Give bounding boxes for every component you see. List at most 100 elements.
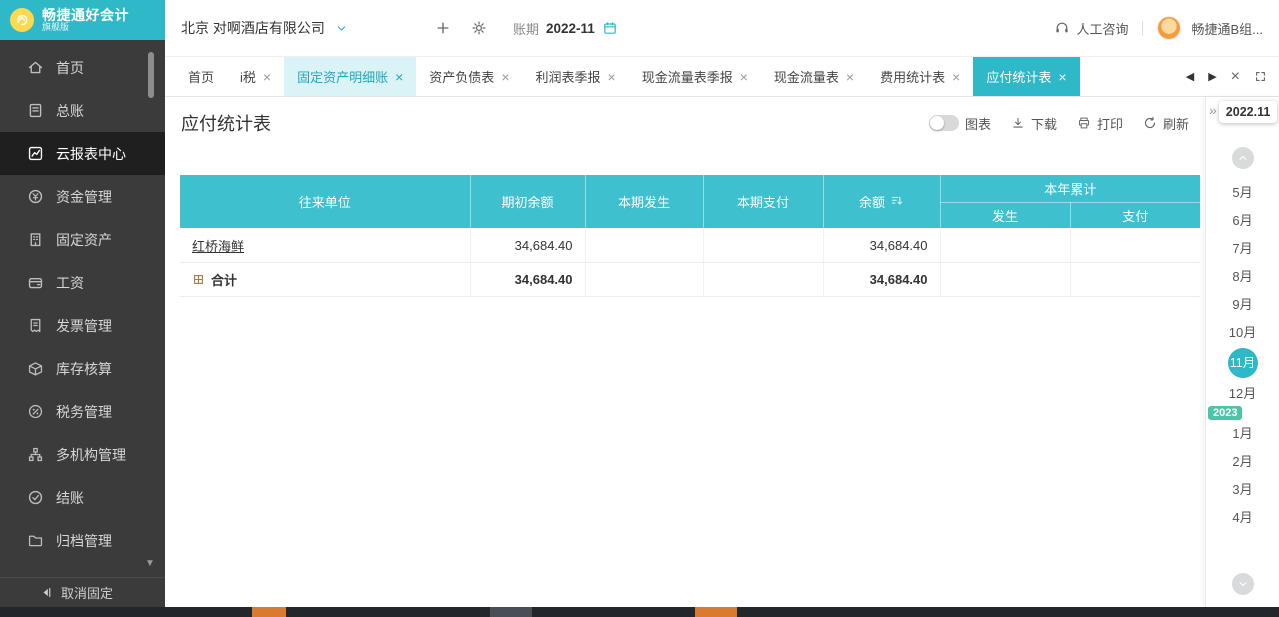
toggle-switch[interactable] bbox=[928, 115, 959, 131]
company-selector[interactable]: 北京 对啊酒店有限公司 bbox=[181, 18, 421, 38]
month-item-september[interactable]: 9月 bbox=[1232, 295, 1252, 314]
tab-close-icon[interactable]: × bbox=[608, 70, 616, 84]
month-item-july[interactable]: 7月 bbox=[1232, 239, 1252, 258]
print-button[interactable]: 打印 bbox=[1077, 114, 1123, 133]
tab-home[interactable]: 首页 bbox=[175, 57, 227, 96]
tab-scroll-left-icon[interactable]: ◀ bbox=[1186, 70, 1194, 83]
summary-grid-icon bbox=[192, 273, 205, 286]
month-item-november-active[interactable]: 11月 bbox=[1227, 348, 1258, 378]
scroll-months-up-button[interactable] bbox=[1231, 147, 1254, 169]
month-item-august[interactable]: 8月 bbox=[1232, 267, 1252, 286]
scrollbar-thumb[interactable] bbox=[148, 52, 154, 98]
sidebar-item-salary[interactable]: 工资 bbox=[0, 261, 165, 304]
sidebar-item-general-ledger[interactable]: 总账 bbox=[0, 89, 165, 132]
page-title: 应付统计表 bbox=[181, 114, 271, 134]
taskbar-app-segment[interactable] bbox=[490, 607, 532, 617]
calendar-icon[interactable] bbox=[602, 20, 618, 36]
tab-cashflow-quarterly[interactable]: 现金流量表季报 × bbox=[629, 57, 761, 96]
col-header-balance: 余额 bbox=[822, 175, 941, 229]
close-all-tabs-icon[interactable]: × bbox=[1231, 68, 1240, 85]
sidebar-item-cloud-report-center[interactable]: 云报表中心 bbox=[0, 132, 165, 175]
sidebar-item-closing[interactable]: 结账 bbox=[0, 476, 165, 519]
user-avatar[interactable] bbox=[1157, 16, 1182, 40]
total-label-text: 合计 bbox=[211, 272, 238, 288]
tab-close-icon[interactable]: × bbox=[740, 70, 748, 84]
sort-descending-icon[interactable] bbox=[890, 194, 904, 208]
cell-current-paid bbox=[703, 228, 824, 263]
sidebar-item-label: 资金管理 bbox=[56, 188, 112, 205]
building-icon bbox=[27, 231, 44, 248]
taskbar-app-segment[interactable] bbox=[695, 607, 737, 617]
sidebar-item-funds[interactable]: 资金管理 bbox=[0, 175, 165, 218]
wallet-icon bbox=[27, 274, 44, 291]
month-item-february[interactable]: 2月 bbox=[1232, 452, 1252, 471]
tab-close-icon[interactable]: × bbox=[1058, 70, 1066, 84]
month-item-march[interactable]: 3月 bbox=[1232, 480, 1252, 499]
refresh-button[interactable]: 刷新 bbox=[1143, 114, 1189, 133]
sidebar-item-fixed-assets[interactable]: 固定资产 bbox=[0, 218, 165, 261]
tab-label: 现金流量表季报 bbox=[641, 70, 733, 85]
receipt-icon bbox=[27, 317, 44, 334]
fullscreen-icon[interactable] bbox=[1254, 70, 1267, 83]
app-logo-icon bbox=[10, 8, 34, 32]
tab-itax[interactable]: i税 × bbox=[227, 57, 284, 96]
month-item-october[interactable]: 10月 bbox=[1229, 323, 1256, 342]
download-label: 下载 bbox=[1030, 116, 1057, 132]
month-item-may[interactable]: 5月 bbox=[1232, 183, 1252, 202]
chevron-down-icon bbox=[335, 22, 348, 35]
sidebar-item-archive[interactable]: 归档管理 bbox=[0, 519, 165, 562]
download-button[interactable]: 下载 bbox=[1011, 114, 1057, 133]
scroll-down-icon[interactable]: ▼ bbox=[145, 559, 155, 569]
plus-icon bbox=[435, 20, 451, 36]
chart-view-toggle[interactable]: 图表 bbox=[928, 114, 991, 133]
headset-icon bbox=[1054, 20, 1070, 36]
tab-income-statement-quarterly[interactable]: 利润表季报 × bbox=[523, 57, 629, 96]
period-value[interactable]: 2022-11 bbox=[546, 21, 595, 36]
tab-close-icon[interactable]: × bbox=[395, 70, 403, 84]
cell-total-paid bbox=[703, 262, 824, 297]
collapse-panel-icon[interactable]: » bbox=[1209, 101, 1217, 119]
month-item-april[interactable]: 4月 bbox=[1232, 508, 1252, 527]
unit-link[interactable]: 红桥海鲜 bbox=[192, 239, 244, 254]
tab-payables-statistics[interactable]: 应付统计表 × bbox=[973, 57, 1080, 96]
header-divider bbox=[1142, 20, 1144, 36]
page-header: 应付统计表 图表 下载 打印 刷新 bbox=[165, 97, 1205, 149]
add-button[interactable] bbox=[435, 20, 451, 36]
manual-consult-button[interactable]: 人工咨询 bbox=[1054, 19, 1128, 38]
scroll-months-down-button[interactable] bbox=[1231, 573, 1254, 595]
sidebar-item-home[interactable]: 首页 bbox=[0, 46, 165, 89]
period-label: 账期 bbox=[513, 21, 540, 37]
printer-icon bbox=[1077, 116, 1091, 130]
user-name[interactable]: 畅捷通B组... bbox=[1191, 19, 1263, 38]
tab-cashflow[interactable]: 现金流量表 × bbox=[761, 57, 867, 96]
sidebar-scrollbar[interactable]: ▼ bbox=[145, 46, 155, 571]
chevron-up-icon bbox=[1237, 152, 1249, 164]
unpin-sidebar-button[interactable]: 取消固定 bbox=[0, 577, 165, 607]
app-window: 畅捷通好会计 旗舰版 首页 总账 云报表中心 资金管理 固定资产 工资 发票管理… bbox=[0, 0, 1279, 617]
tab-balance-sheet[interactable]: 资产负债表 × bbox=[416, 57, 522, 96]
sidebar-item-invoices[interactable]: 发票管理 bbox=[0, 304, 165, 347]
cell-total-ytd-paid bbox=[1070, 262, 1201, 297]
cell-total-ytd-occurred bbox=[940, 262, 1071, 297]
col-header-ytd-group: 本年累计 bbox=[939, 175, 1201, 203]
sidebar-item-inventory[interactable]: 库存核算 bbox=[0, 347, 165, 390]
tab-close-icon[interactable]: × bbox=[846, 70, 854, 84]
cell-unit: 红桥海鲜 bbox=[180, 228, 471, 263]
tab-close-icon[interactable]: × bbox=[952, 70, 960, 84]
taskbar-app-segment[interactable] bbox=[252, 607, 286, 617]
tab-fixed-asset-ledger[interactable]: 固定资产明细账 × bbox=[284, 57, 417, 96]
tab-close-icon[interactable]: × bbox=[501, 70, 509, 84]
tab-close-icon[interactable]: × bbox=[263, 70, 271, 84]
sidebar-item-multi-org[interactable]: 多机构管理 bbox=[0, 433, 165, 476]
tab-expense-statistics[interactable]: 费用统计表 × bbox=[867, 57, 973, 96]
payables-statistics-table: 往来单位 期初余额 本期发生 本期支付 余额 本年累计 发生 支付 红桥海鲜 3… bbox=[180, 175, 1201, 297]
month-item-january[interactable]: 1月 bbox=[1232, 424, 1252, 443]
month-item-june[interactable]: 6月 bbox=[1232, 211, 1252, 230]
settings-button[interactable] bbox=[471, 20, 487, 36]
sidebar-item-label: 云报表中心 bbox=[56, 145, 126, 162]
month-item-december[interactable]: 12月 bbox=[1229, 384, 1256, 403]
tab-scroll-right-icon[interactable]: ▶ bbox=[1208, 70, 1216, 83]
sidebar-item-tax[interactable]: 税务管理 bbox=[0, 390, 165, 433]
col-header-current-occurred: 本期发生 bbox=[584, 175, 704, 229]
folder-icon bbox=[27, 532, 44, 549]
